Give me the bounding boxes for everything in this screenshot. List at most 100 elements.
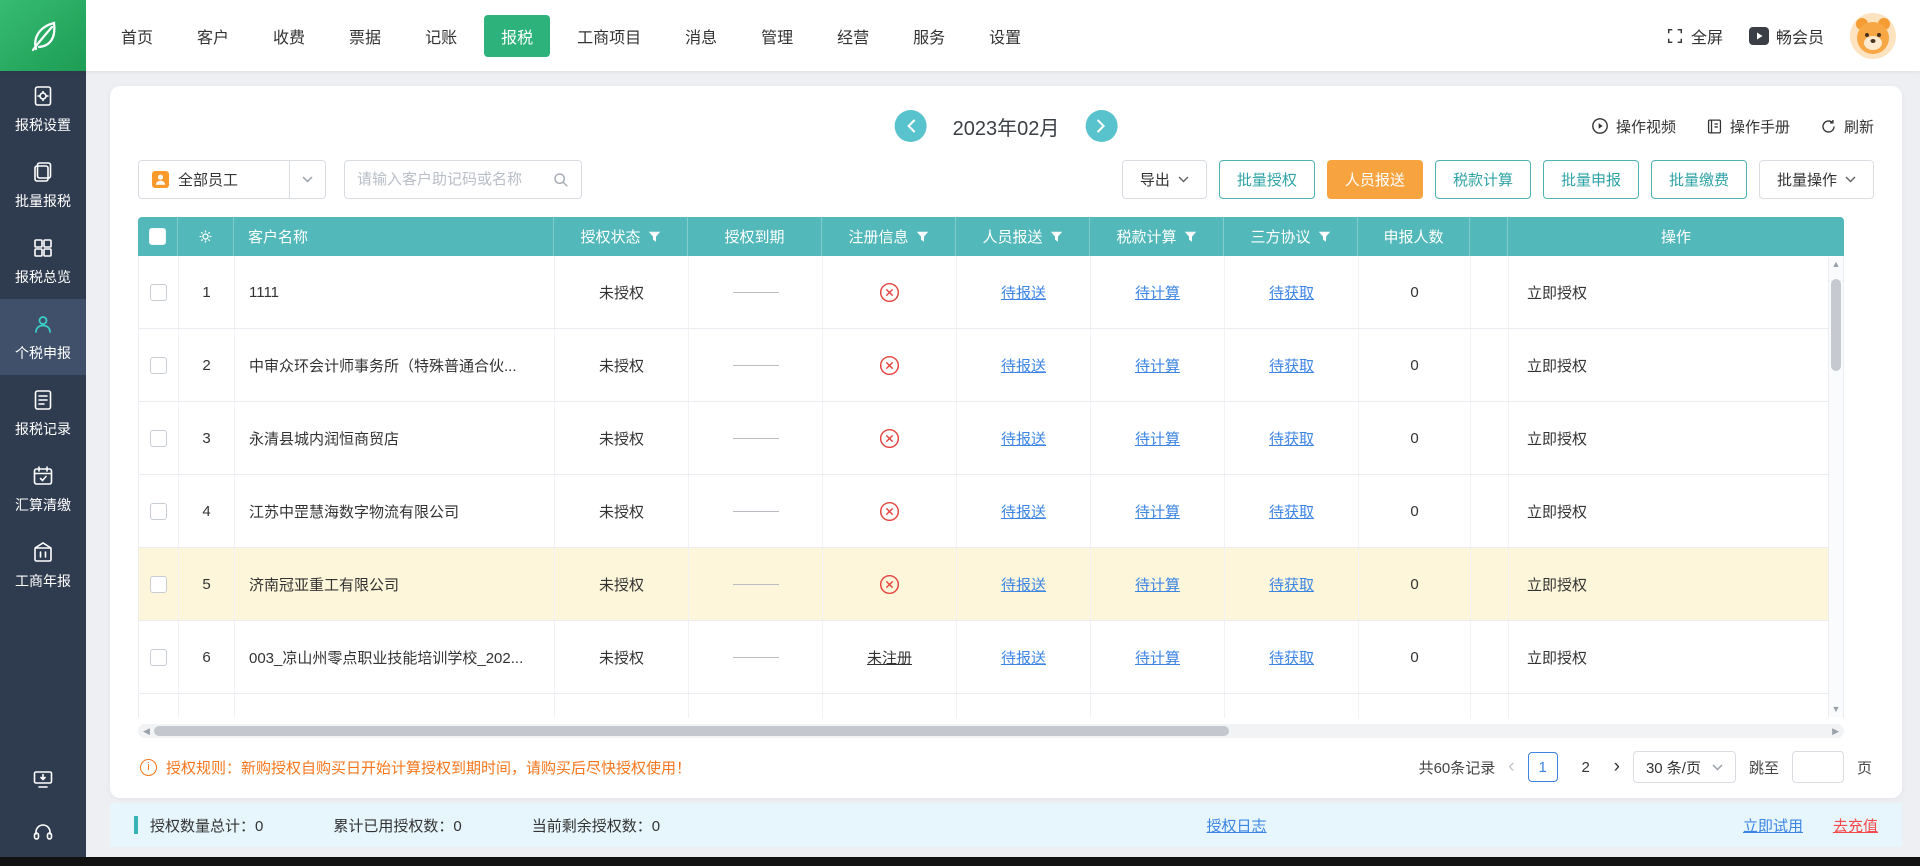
select-all-checkbox[interactable] bbox=[149, 228, 166, 245]
vertical-scroll-thumb[interactable] bbox=[1831, 279, 1841, 371]
personnel-submit-button[interactable]: 人员报送 bbox=[1326, 160, 1423, 199]
sidebar-item[interactable]: 工商年报 bbox=[0, 527, 86, 603]
sidebar-item[interactable]: 汇算清缴 bbox=[0, 451, 86, 527]
nav-item[interactable]: 客户 bbox=[180, 15, 246, 57]
horizontal-scrollbar[interactable]: ◀ ▶ bbox=[138, 724, 1844, 738]
agreement-link[interactable]: 待获取 bbox=[1269, 501, 1314, 522]
agreement-link[interactable]: 待获取 bbox=[1269, 647, 1314, 668]
employee-filter-select[interactable]: 全部员工 bbox=[138, 160, 326, 199]
nav-item[interactable]: 经营 bbox=[820, 15, 886, 57]
agreement-link[interactable]: 待获取 bbox=[1269, 574, 1314, 595]
unregistered-link[interactable]: 未注册 bbox=[867, 647, 912, 668]
sidebar-item[interactable]: 报税设置 bbox=[0, 71, 86, 147]
client-download-icon[interactable] bbox=[31, 768, 55, 792]
column-gear-icon[interactable] bbox=[197, 228, 214, 245]
button-label: 人员报送 bbox=[1344, 172, 1405, 189]
operation-video-link[interactable]: 操作视频 bbox=[1591, 116, 1676, 137]
row-checkbox[interactable] bbox=[150, 356, 167, 374]
tax-calculate-button[interactable]: 税款计算 bbox=[1434, 160, 1531, 199]
manual-book-icon bbox=[1706, 118, 1723, 135]
refresh-link[interactable]: 刷新 bbox=[1820, 116, 1874, 137]
next-page-button[interactable]: › bbox=[1614, 756, 1620, 778]
authorize-now-link[interactable]: 立即授权 bbox=[1527, 501, 1587, 522]
jump-page-input[interactable] bbox=[1791, 751, 1844, 783]
sidebar-item[interactable]: 报税记录 bbox=[0, 375, 86, 451]
sidebar-item[interactable]: 个税申报 bbox=[0, 299, 86, 375]
recharge-link[interactable]: 去充值 bbox=[1833, 815, 1878, 836]
nav-item[interactable]: 记账 bbox=[408, 15, 474, 57]
registration-info: 未注册 bbox=[823, 621, 957, 693]
agreement-link[interactable]: 待获取 bbox=[1269, 428, 1314, 449]
personnel-submit-link[interactable]: 待报送 bbox=[1001, 501, 1046, 522]
authorize-now-link[interactable]: 立即授权 bbox=[1527, 355, 1587, 376]
sidebar-item[interactable]: 报税总览 bbox=[0, 223, 86, 299]
unregistered-x-icon bbox=[879, 428, 900, 449]
tax-calc-link[interactable]: 待计算 bbox=[1135, 282, 1180, 303]
fullscreen-button[interactable]: 全屏 bbox=[1666, 24, 1723, 48]
row-checkbox[interactable] bbox=[150, 575, 167, 593]
personnel-submit-link[interactable]: 待报送 bbox=[1001, 647, 1046, 668]
prev-page-button[interactable]: ‹ bbox=[1508, 756, 1514, 778]
row-checkbox[interactable] bbox=[150, 429, 167, 447]
horizontal-scroll-thumb[interactable] bbox=[154, 726, 1229, 736]
nav-item[interactable]: 首页 bbox=[104, 15, 170, 57]
row-checkbox[interactable] bbox=[150, 502, 167, 520]
nav-item[interactable]: 设置 bbox=[972, 15, 1038, 57]
operation-manual-link[interactable]: 操作手册 bbox=[1706, 116, 1790, 137]
page-size-select[interactable]: 30 条/页 bbox=[1632, 751, 1736, 783]
nav-item[interactable]: 工商项目 bbox=[560, 15, 658, 57]
personnel-submit-link[interactable]: 待报送 bbox=[1001, 574, 1046, 595]
support-headset-icon[interactable] bbox=[31, 820, 55, 844]
authorize-now-link[interactable]: 立即授权 bbox=[1527, 574, 1587, 595]
page-1-button[interactable]: 1 bbox=[1527, 752, 1558, 782]
scroll-right-arrow[interactable]: ▶ bbox=[1832, 726, 1839, 736]
filter-funnel-icon[interactable] bbox=[1184, 231, 1197, 243]
customer-search-input[interactable] bbox=[357, 171, 544, 188]
nav-item[interactable]: 报税 bbox=[484, 14, 551, 57]
tax-calc-link[interactable]: 待计算 bbox=[1135, 501, 1180, 522]
agreement-link[interactable]: 待获取 bbox=[1269, 282, 1314, 303]
nav-item[interactable]: 收费 bbox=[256, 15, 322, 57]
filter-funnel-icon[interactable] bbox=[648, 231, 661, 243]
personnel-submit-link[interactable]: 待报送 bbox=[1001, 355, 1046, 376]
row-checkbox[interactable] bbox=[150, 648, 167, 666]
scroll-left-arrow[interactable]: ◀ bbox=[143, 726, 150, 736]
authorize-now-link[interactable]: 立即授权 bbox=[1527, 428, 1587, 449]
frozen-gap-cell bbox=[1471, 621, 1509, 693]
nav-item[interactable]: 管理 bbox=[744, 15, 810, 57]
declare-count bbox=[1359, 694, 1471, 718]
tax-calc-link[interactable]: 待计算 bbox=[1135, 574, 1180, 595]
filter-funnel-icon[interactable] bbox=[916, 231, 929, 243]
authorize-now-link[interactable]: 立即授权 bbox=[1527, 282, 1587, 303]
auth-log-link[interactable]: 授权日志 bbox=[1207, 818, 1267, 835]
nav-item[interactable]: 服务 bbox=[896, 15, 962, 57]
scroll-up-arrow[interactable]: ▲ bbox=[1832, 260, 1841, 269]
authorize-now-link[interactable]: 立即授权 bbox=[1527, 647, 1587, 668]
next-month-button[interactable] bbox=[1085, 110, 1118, 142]
batch-operations-button[interactable]: 批量操作 bbox=[1758, 160, 1874, 199]
user-avatar[interactable] bbox=[1850, 12, 1896, 59]
row-checkbox[interactable] bbox=[150, 283, 167, 301]
personnel-submit-link[interactable]: 待报送 bbox=[1001, 282, 1046, 303]
export-button[interactable]: 导出 bbox=[1121, 160, 1207, 199]
agreement-link[interactable]: 待获取 bbox=[1269, 355, 1314, 376]
batch-declare-button[interactable]: 批量申报 bbox=[1542, 160, 1639, 199]
search-icon[interactable] bbox=[552, 171, 569, 188]
filter-funnel-icon[interactable] bbox=[1050, 231, 1063, 243]
scroll-down-arrow[interactable]: ▼ bbox=[1832, 705, 1841, 714]
trial-link[interactable]: 立即试用 bbox=[1743, 815, 1803, 836]
vertical-scrollbar[interactable]: ▲ ▼ bbox=[1828, 257, 1843, 717]
nav-item[interactable]: 消息 bbox=[668, 15, 734, 57]
batch-authorize-button[interactable]: 批量授权 bbox=[1218, 160, 1315, 199]
tax-calc-link[interactable]: 待计算 bbox=[1135, 647, 1180, 668]
filter-funnel-icon[interactable] bbox=[1318, 231, 1331, 243]
tax-calc-link[interactable]: 待计算 bbox=[1135, 428, 1180, 449]
tax-calc-link[interactable]: 待计算 bbox=[1135, 355, 1180, 376]
personnel-submit-link[interactable]: 待报送 bbox=[1001, 428, 1046, 449]
nav-item[interactable]: 票据 bbox=[332, 15, 398, 57]
page-2-button[interactable]: 2 bbox=[1570, 752, 1601, 782]
member-button[interactable]: 畅会员 bbox=[1748, 24, 1824, 48]
sidebar-item[interactable]: 批量报税 bbox=[0, 147, 86, 223]
prev-month-button[interactable] bbox=[894, 110, 927, 142]
batch-pay-button[interactable]: 批量缴费 bbox=[1650, 160, 1747, 199]
